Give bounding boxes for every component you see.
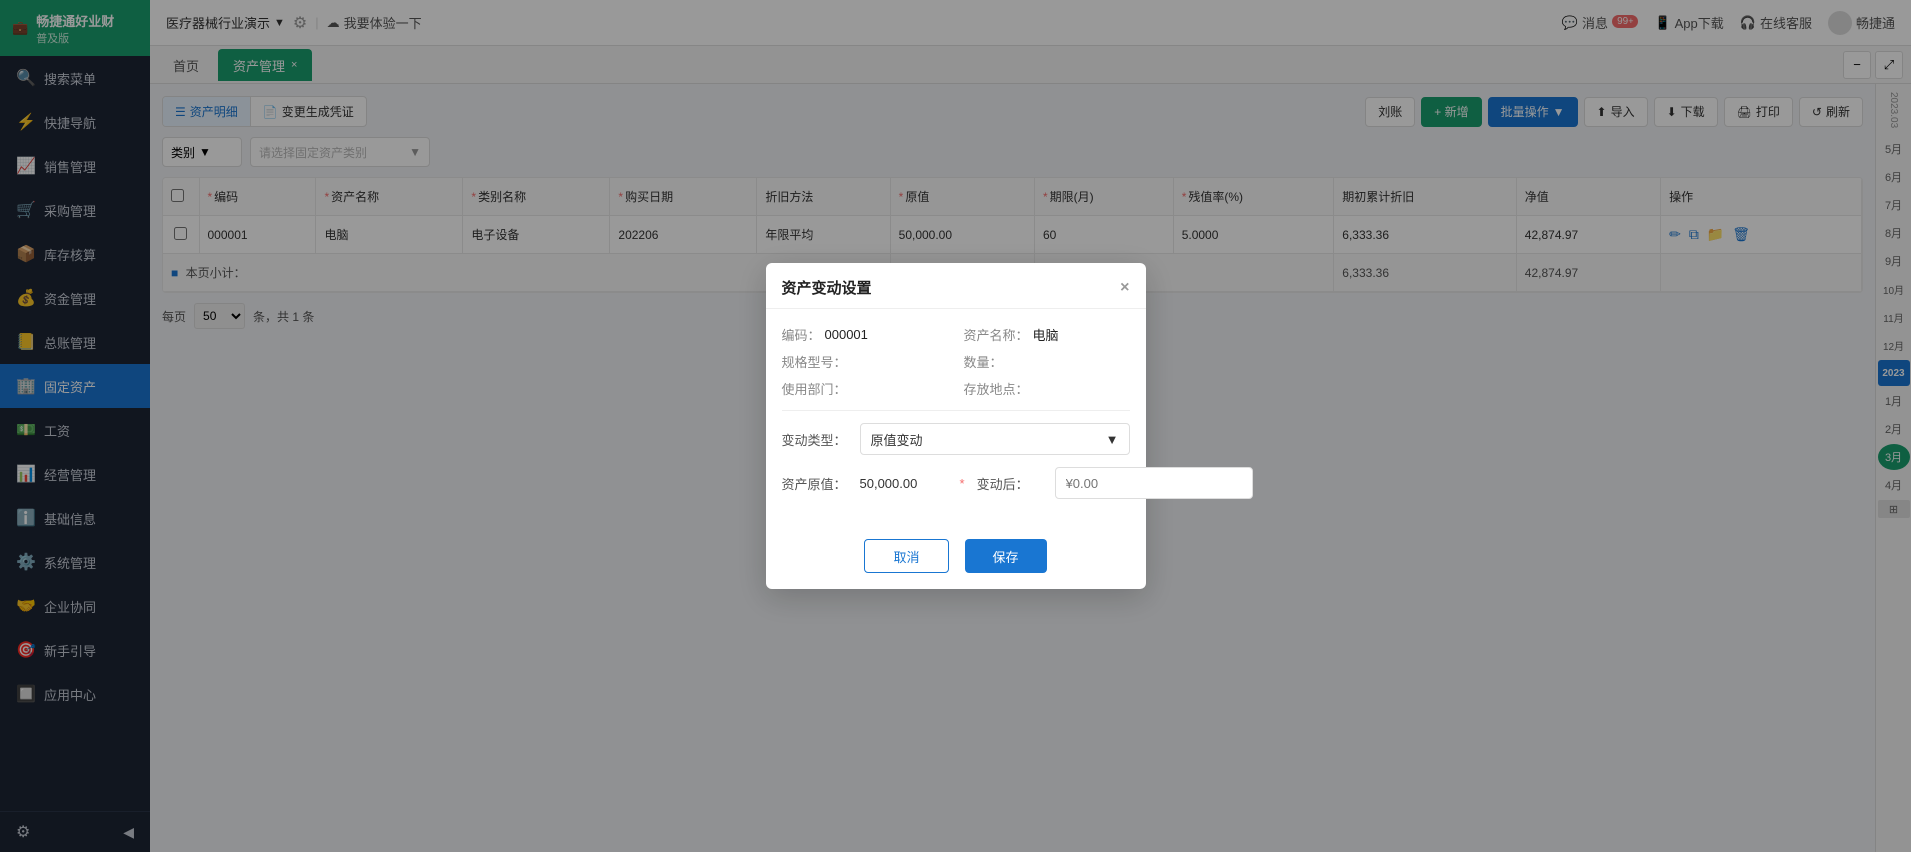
cancel-button[interactable]: 取消 <box>864 539 948 573</box>
dialog-location-field: 存放地点： <box>964 379 1130 398</box>
dialog-change-type-row: 变动类型： 原值变动 ▼ <box>782 423 1130 455</box>
required-mark: * <box>960 476 965 491</box>
dialog-value-row: 资产原值： 50,000.00 * 变动后： <box>782 467 1130 499</box>
dialog-header: 资产变动设置 × <box>766 263 1146 309</box>
dialog-info-grid: 编码： 000001 资产名称： 电脑 规格型号： 数量： 使用部门： <box>782 325 1130 411</box>
dialog-actions: 取消 保存 <box>766 527 1146 589</box>
dialog-overlay[interactable]: 资产变动设置 × 编码： 000001 资产名称： 电脑 规格型号： 数 <box>0 0 1911 852</box>
asset-change-dialog: 资产变动设置 × 编码： 000001 资产名称： 电脑 规格型号： 数 <box>766 263 1146 589</box>
after-change-input[interactable] <box>1055 467 1253 499</box>
save-button[interactable]: 保存 <box>965 539 1047 573</box>
dialog-asset-name-field: 资产名称： 电脑 <box>964 325 1130 344</box>
dialog-close-btn[interactable]: × <box>1120 280 1129 296</box>
dialog-quantity-field: 数量： <box>964 352 1130 371</box>
change-type-select[interactable]: 原值变动 ▼ <box>860 423 1130 455</box>
dialog-dept-field: 使用部门： <box>782 379 948 398</box>
dialog-body: 编码： 000001 资产名称： 电脑 规格型号： 数量： 使用部门： <box>766 309 1146 527</box>
chevron-down-icon: ▼ <box>1106 432 1119 447</box>
dialog-title: 资产变动设置 <box>782 277 872 298</box>
original-value-display: 50,000.00 <box>860 476 940 491</box>
dialog-code-field: 编码： 000001 <box>782 325 948 344</box>
dialog-spec-field: 规格型号： <box>782 352 948 371</box>
